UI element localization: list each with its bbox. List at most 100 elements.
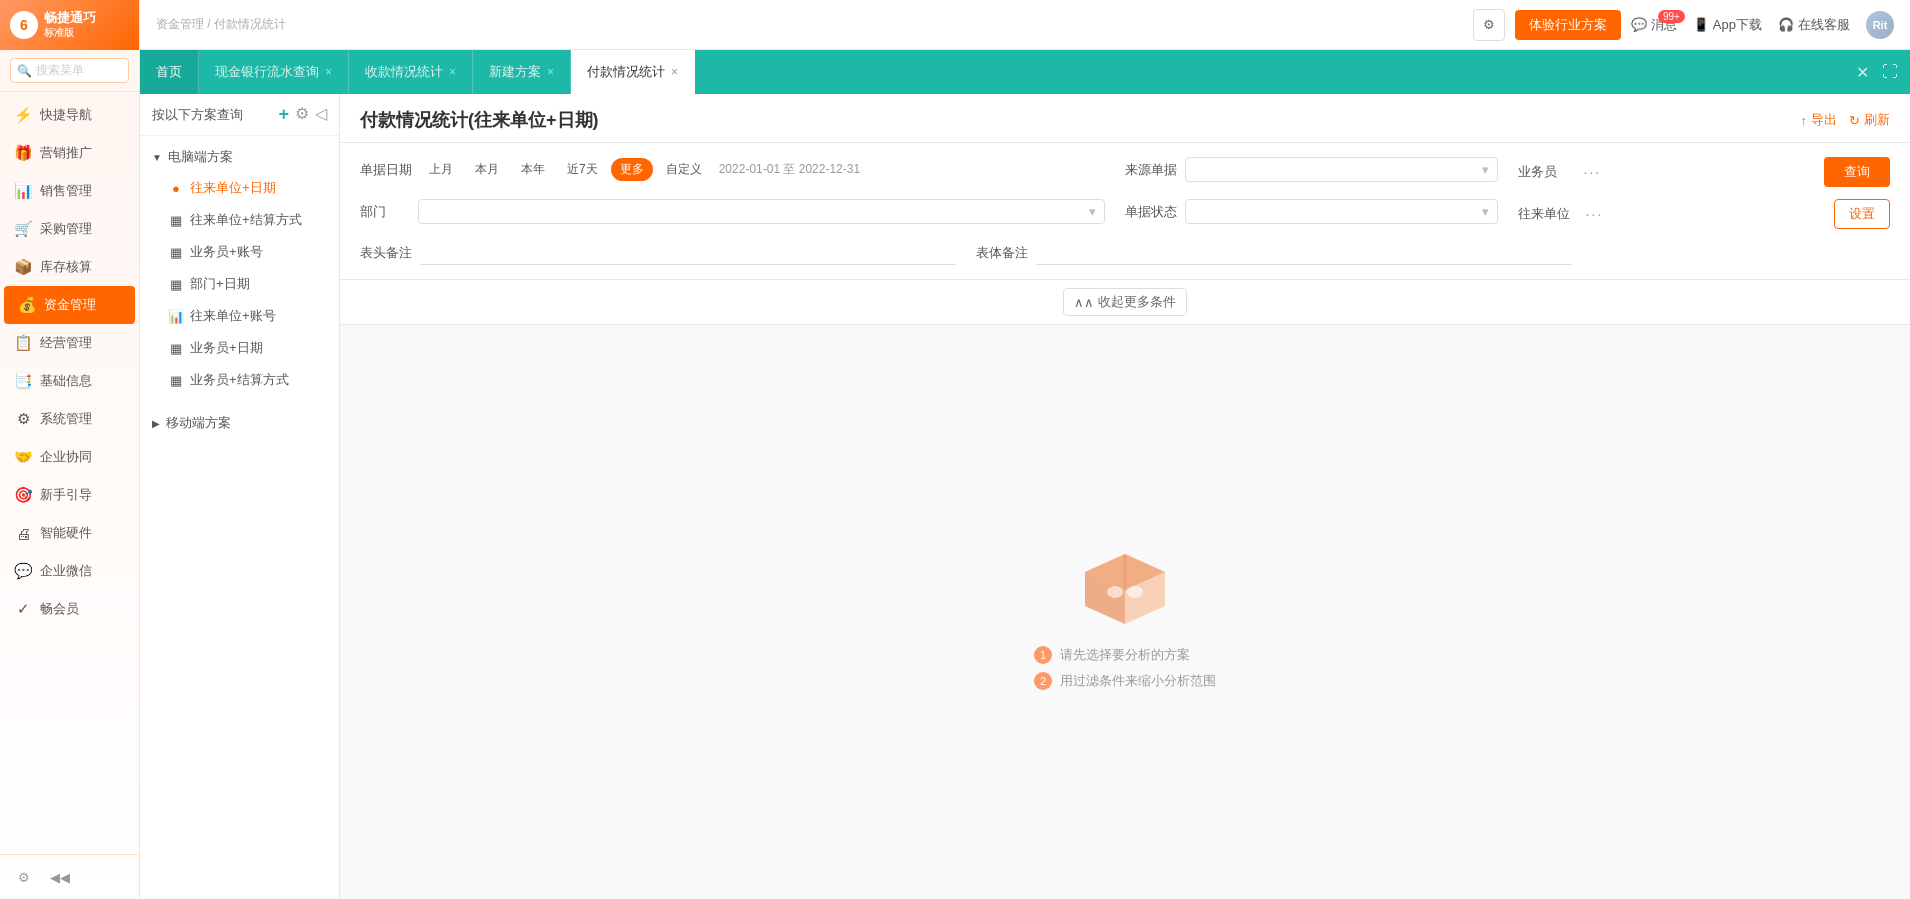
user-avatar[interactable]: Rit — [1866, 11, 1894, 39]
body-note-input[interactable] — [1036, 241, 1572, 265]
date-option-custom[interactable]: 自定义 — [657, 157, 711, 182]
tab-new-scheme[interactable]: 新建方案 × — [473, 50, 571, 94]
refresh-label: 刷新 — [1864, 111, 1890, 129]
payments-tab-label: 付款情况统计 — [587, 63, 665, 81]
source-doc-select[interactable]: ▾ — [1185, 157, 1498, 182]
sidebar-item-purchase[interactable]: 🛒 采购管理 — [0, 210, 139, 248]
payments-tab-close[interactable]: × — [671, 66, 678, 78]
scheme-item-dept-date[interactable]: ▦ 部门+日期 — [140, 268, 339, 300]
quick-nav-icon: ⚡ — [14, 106, 32, 124]
date-option-last-month[interactable]: 上月 — [420, 157, 462, 182]
search-input-area[interactable]: 🔍 搜索菜单 — [10, 58, 129, 83]
sidebar-nav: ⚡ 快捷导航 🎁 营销推广 📊 销售管理 🛒 采购管理 📦 库存核算 💰 资金管… — [0, 92, 139, 854]
scheme-item-partner-account[interactable]: 📊 往来单位+账号 — [140, 300, 339, 332]
scheme-item-staff-account[interactable]: ▦ 业务员+账号 — [140, 236, 339, 268]
date-option-this-month[interactable]: 本月 — [466, 157, 508, 182]
scheme-item-staff-settle[interactable]: ▦ 业务员+结算方式 — [140, 364, 339, 396]
dept-select[interactable]: ▾ — [418, 199, 1105, 224]
tab-close-all-button[interactable]: ✕ — [1850, 60, 1874, 84]
sidebar-collapse-button[interactable]: ◀◀ — [46, 863, 74, 891]
trial-button[interactable]: 体验行业方案 — [1515, 10, 1621, 40]
date-option-more[interactable]: 更多 — [611, 158, 653, 181]
app-download-button[interactable]: 📱 App下载 — [1693, 16, 1762, 34]
logo-text-group: 畅捷通巧 标准版 — [44, 10, 96, 40]
sidebar-item-basic[interactable]: 📑 基础信息 — [0, 362, 139, 400]
sidebar-item-guide[interactable]: 🎯 新手引导 — [0, 476, 139, 514]
logo-icon: 6 — [10, 11, 38, 39]
tab-receipts[interactable]: 收款情况统计 × — [349, 50, 473, 94]
scheme-item-label: 部门+日期 — [190, 275, 250, 293]
filter-body-note-item: 表体备注 — [976, 241, 1572, 265]
desktop-section-toggle[interactable]: ▼ 电脑端方案 — [140, 142, 339, 172]
scheme-add-button[interactable]: + — [278, 104, 289, 125]
sidebar-item-member[interactable]: ✓ 畅会员 — [0, 590, 139, 628]
mobile-section-toggle[interactable]: ▶ 移动端方案 — [140, 408, 339, 438]
tip-text-2: 用过滤条件来缩小分析范围 — [1060, 672, 1216, 690]
body-note-label: 表体备注 — [976, 244, 1028, 262]
message-button[interactable]: 💬 消息 99+ — [1631, 16, 1677, 34]
sidebar-item-label: 资金管理 — [44, 296, 96, 314]
svg-point-3 — [1127, 586, 1143, 598]
sidebar-item-label: 新手引导 — [40, 486, 92, 504]
sidebar-item-marketing[interactable]: 🎁 营销推广 — [0, 134, 139, 172]
sidebar-item-system[interactable]: ⚙ 系统管理 — [0, 400, 139, 438]
tab-payments[interactable]: 付款情况统计 × — [571, 50, 695, 94]
new-scheme-tab-close[interactable]: × — [547, 66, 554, 78]
empty-illustration — [1065, 534, 1185, 634]
message-badge: 99+ — [1658, 10, 1685, 23]
scheme-settings-button[interactable]: ⚙ — [295, 104, 309, 125]
receipts-tab-close[interactable]: × — [449, 66, 456, 78]
sidebar-item-quick-nav[interactable]: ⚡ 快捷导航 — [0, 96, 139, 134]
scheme-collapse-button[interactable]: ◁ — [315, 104, 327, 125]
sidebar-search-container[interactable]: 🔍 搜索菜单 — [0, 50, 139, 92]
app-icon: 📱 — [1693, 17, 1709, 32]
content-area: 付款情况统计(往来单位+日期) ↑ 导出 ↻ 刷新 单 — [340, 94, 1910, 899]
marketing-icon: 🎁 — [14, 144, 32, 162]
tab-expand-button[interactable]: ⛶ — [1878, 60, 1902, 84]
scheme-item-staff-date[interactable]: ▦ 业务员+日期 — [140, 332, 339, 364]
scheme-panel-header: 按以下方案查询 + ⚙ ◁ — [140, 94, 339, 136]
date-option-this-year[interactable]: 本年 — [512, 157, 554, 182]
settings-button[interactable]: 设置 — [1834, 199, 1890, 229]
logo-text: 畅捷通巧 — [44, 10, 96, 26]
refresh-button[interactable]: ↻ 刷新 — [1849, 111, 1890, 129]
collapse-button[interactable]: ∧∧ 收起更多条件 — [1063, 288, 1187, 316]
scheme-icon: ▦ — [168, 340, 184, 356]
date-label: 单据日期 — [360, 161, 412, 179]
date-option-7days[interactable]: 近7天 — [558, 157, 607, 182]
doc-status-select[interactable]: ▾ — [1185, 199, 1498, 224]
staff-select-button[interactable]: ··· — [1576, 160, 1610, 184]
empty-tip-1: 1 请先选择要分析的方案 — [1034, 646, 1216, 664]
sidebar-item-collab[interactable]: 🤝 企业协同 — [0, 438, 139, 476]
sidebar-item-weixin[interactable]: 💬 企业微信 — [0, 552, 139, 590]
sidebar-item-sales[interactable]: 📊 销售管理 — [0, 172, 139, 210]
header-note-input[interactable] — [420, 241, 956, 265]
sidebar-item-label: 企业协同 — [40, 448, 92, 466]
tab-bank[interactable]: 现金银行流水查询 × — [199, 50, 349, 94]
export-button[interactable]: ↑ 导出 — [1801, 111, 1838, 129]
sidebar-header: 6 畅捷通巧 标准版 — [0, 0, 139, 50]
filter-row-1: 单据日期 上月 本月 本年 近7天 更多 自定义 2022-01-01 至 20… — [360, 157, 1890, 187]
source-doc-chevron: ▾ — [1482, 162, 1489, 177]
breadcrumb-text: 资金管理 / 付款情况统计 — [156, 16, 286, 33]
scheme-item-partner-date[interactable]: ● 往来单位+日期 — [140, 172, 339, 204]
sidebar-item-label: 经营管理 — [40, 334, 92, 352]
topbar-settings-button[interactable]: ⚙ — [1473, 9, 1505, 41]
empty-tips: 1 请先选择要分析的方案 2 用过滤条件来缩小分析范围 — [1034, 646, 1216, 690]
partner-select-button[interactable]: ··· — [1578, 202, 1612, 226]
query-button[interactable]: 查询 — [1824, 157, 1890, 187]
app-download-label: App下载 — [1713, 16, 1762, 34]
sidebar-settings-button[interactable]: ⚙ — [10, 863, 38, 891]
bank-tab-close[interactable]: × — [325, 66, 332, 78]
sidebar-item-inventory[interactable]: 📦 库存核算 — [0, 248, 139, 286]
sidebar-item-hardware[interactable]: 🖨 智能硬件 — [0, 514, 139, 552]
content-header-actions: ↑ 导出 ↻ 刷新 — [1801, 111, 1891, 129]
scheme-item-partner-settle[interactable]: ▦ 往来单位+结算方式 — [140, 204, 339, 236]
online-service-button[interactable]: 🎧 在线客服 — [1778, 16, 1850, 34]
desktop-section-label: 电脑端方案 — [168, 148, 233, 166]
sidebar-item-finance[interactable]: 💰 资金管理 — [4, 286, 135, 324]
page-body: 按以下方案查询 + ⚙ ◁ ▼ 电脑端方案 ● 往来单位+日期 ▦ — [140, 94, 1910, 899]
sidebar-item-operation[interactable]: 📋 经营管理 — [0, 324, 139, 362]
finance-icon: 💰 — [18, 296, 36, 314]
tab-home[interactable]: 首页 — [140, 50, 199, 94]
